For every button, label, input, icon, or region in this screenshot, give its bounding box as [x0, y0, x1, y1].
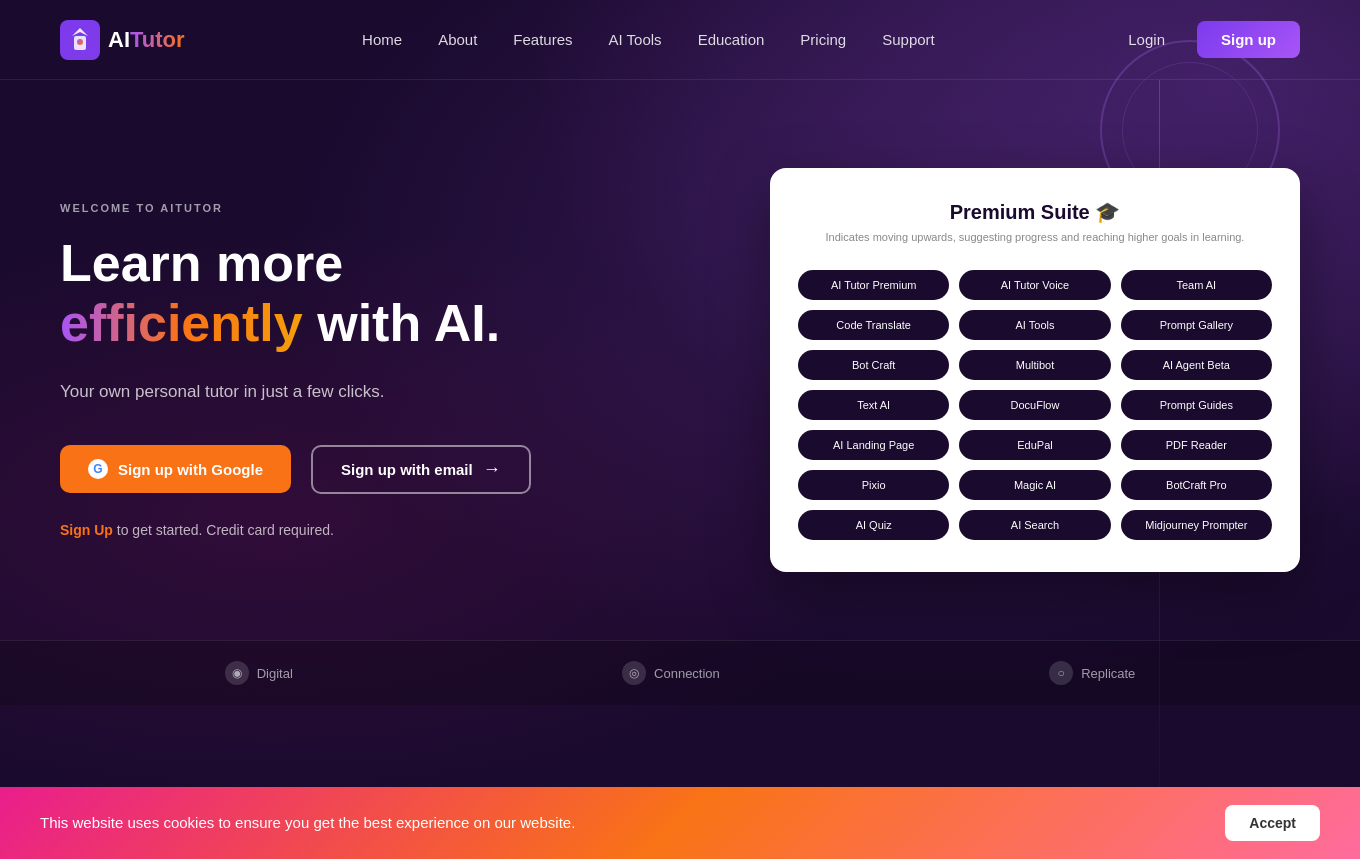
feature-pill: PDF Reader — [1121, 430, 1272, 460]
nav-link-pricing[interactable]: Pricing — [800, 31, 846, 48]
cookie-accept-button[interactable]: Accept — [1225, 805, 1320, 841]
footer-brand-icon-1: ◉ — [225, 661, 249, 685]
feature-pill: Midjourney Prompter — [1121, 510, 1272, 540]
hero-title-after: with AI. — [303, 294, 500, 352]
feature-pill: Prompt Guides — [1121, 390, 1272, 420]
feature-pill: AI Landing Page — [798, 430, 949, 460]
signup-email-button[interactable]: Sign up with email → — [311, 445, 531, 494]
cta-note-text: to get started. Credit card required. — [113, 522, 334, 538]
hero-badge: WELCOME TO AITUTOR — [60, 202, 580, 214]
feature-grid: AI Tutor Premium AI Tutor Voice Team AI Cod… — [798, 270, 1272, 540]
footer-brand-3: ○ Replicate — [1049, 661, 1135, 685]
feature-pill: DocuFlow — [959, 390, 1110, 420]
feature-pill: BotCraft Pro — [1121, 470, 1272, 500]
nav-link-support[interactable]: Support — [882, 31, 935, 48]
signup-email-label: Sign up with email — [341, 461, 473, 478]
feature-pill: Pixio — [798, 470, 949, 500]
feature-pill: AI Tools — [959, 310, 1110, 340]
svg-point-2 — [77, 39, 83, 45]
footer-brand-icon-3: ○ — [1049, 661, 1073, 685]
feature-pill: Code Translate — [798, 310, 949, 340]
feature-pill: Multibot — [959, 350, 1110, 380]
nav-signup-button[interactable]: Sign up — [1197, 21, 1300, 58]
cookie-message: This website uses cookies to ensure you … — [40, 812, 575, 835]
hero-buttons: G Sign up with Google Sign up with email… — [60, 445, 580, 494]
premium-card: Premium Suite 🎓 Indicates moving upwards… — [770, 168, 1300, 571]
feature-pill: AI Quiz — [798, 510, 949, 540]
footer-brand-label-1: Digital — [257, 666, 293, 681]
premium-title: Premium Suite 🎓 — [798, 200, 1272, 224]
hero-subtitle: Your own personal tutor in just a few cl… — [60, 378, 580, 405]
feature-pill: AI Agent Beta — [1121, 350, 1272, 380]
feature-pill: Prompt Gallery — [1121, 310, 1272, 340]
nav-link-education[interactable]: Education — [698, 31, 765, 48]
google-icon: G — [88, 459, 108, 479]
nav-link-ai-tools[interactable]: AI Tools — [609, 31, 662, 48]
hero-cta-note: Sign Up to get started. Credit card requ… — [60, 522, 580, 538]
premium-subtitle: Indicates moving upwards, suggesting pro… — [798, 230, 1272, 245]
hero-title-before: Learn more — [60, 234, 343, 292]
feature-pill: AI Tutor Premium — [798, 270, 949, 300]
cta-note-link[interactable]: Sign Up — [60, 522, 113, 538]
feature-pill: AI Search — [959, 510, 1110, 540]
footer-brand-label-2: Connection — [654, 666, 720, 681]
hero-left: WELCOME TO AITUTOR Learn more efficientl… — [60, 202, 580, 538]
signup-google-label: Sign up with Google — [118, 461, 263, 478]
feature-pill: Text AI — [798, 390, 949, 420]
nav-link-features[interactable]: Features — [513, 31, 572, 48]
feature-pill: EduPal — [959, 430, 1110, 460]
footer-brand-2: ◎ Connection — [622, 661, 720, 685]
logo[interactable]: AITutor — [60, 20, 185, 60]
premium-card-header: Premium Suite 🎓 Indicates moving upwards… — [798, 200, 1272, 245]
footer-strip: ◉ Digital ◎ Connection ○ Replicate — [0, 640, 1360, 705]
arrow-right-icon: → — [483, 459, 501, 480]
footer-brand-1: ◉ Digital — [225, 661, 293, 685]
feature-pill: Magic AI — [959, 470, 1110, 500]
hero-title: Learn more efficiently with AI. — [60, 234, 580, 354]
signup-google-button[interactable]: G Sign up with Google — [60, 445, 291, 493]
login-button[interactable]: Login — [1112, 23, 1181, 56]
nav-link-home[interactable]: Home — [362, 31, 402, 48]
footer-brand-icon-2: ◎ — [622, 661, 646, 685]
hero-section: WELCOME TO AITUTOR Learn more efficientl… — [0, 80, 1360, 640]
nav-link-about[interactable]: About — [438, 31, 477, 48]
feature-pill: AI Tutor Voice — [959, 270, 1110, 300]
feature-pill: Team AI — [1121, 270, 1272, 300]
feature-pill: Bot Craft — [798, 350, 949, 380]
cookie-banner: This website uses cookies to ensure you … — [0, 787, 1360, 859]
logo-text: AITutor — [108, 27, 185, 53]
nav-links: Home About Features AI Tools Education Pricin… — [362, 31, 935, 49]
nav-actions: Login Sign up — [1112, 21, 1300, 58]
hero-title-highlight: efficiently — [60, 294, 303, 352]
footer-brand-label-3: Replicate — [1081, 666, 1135, 681]
logo-icon — [60, 20, 100, 60]
